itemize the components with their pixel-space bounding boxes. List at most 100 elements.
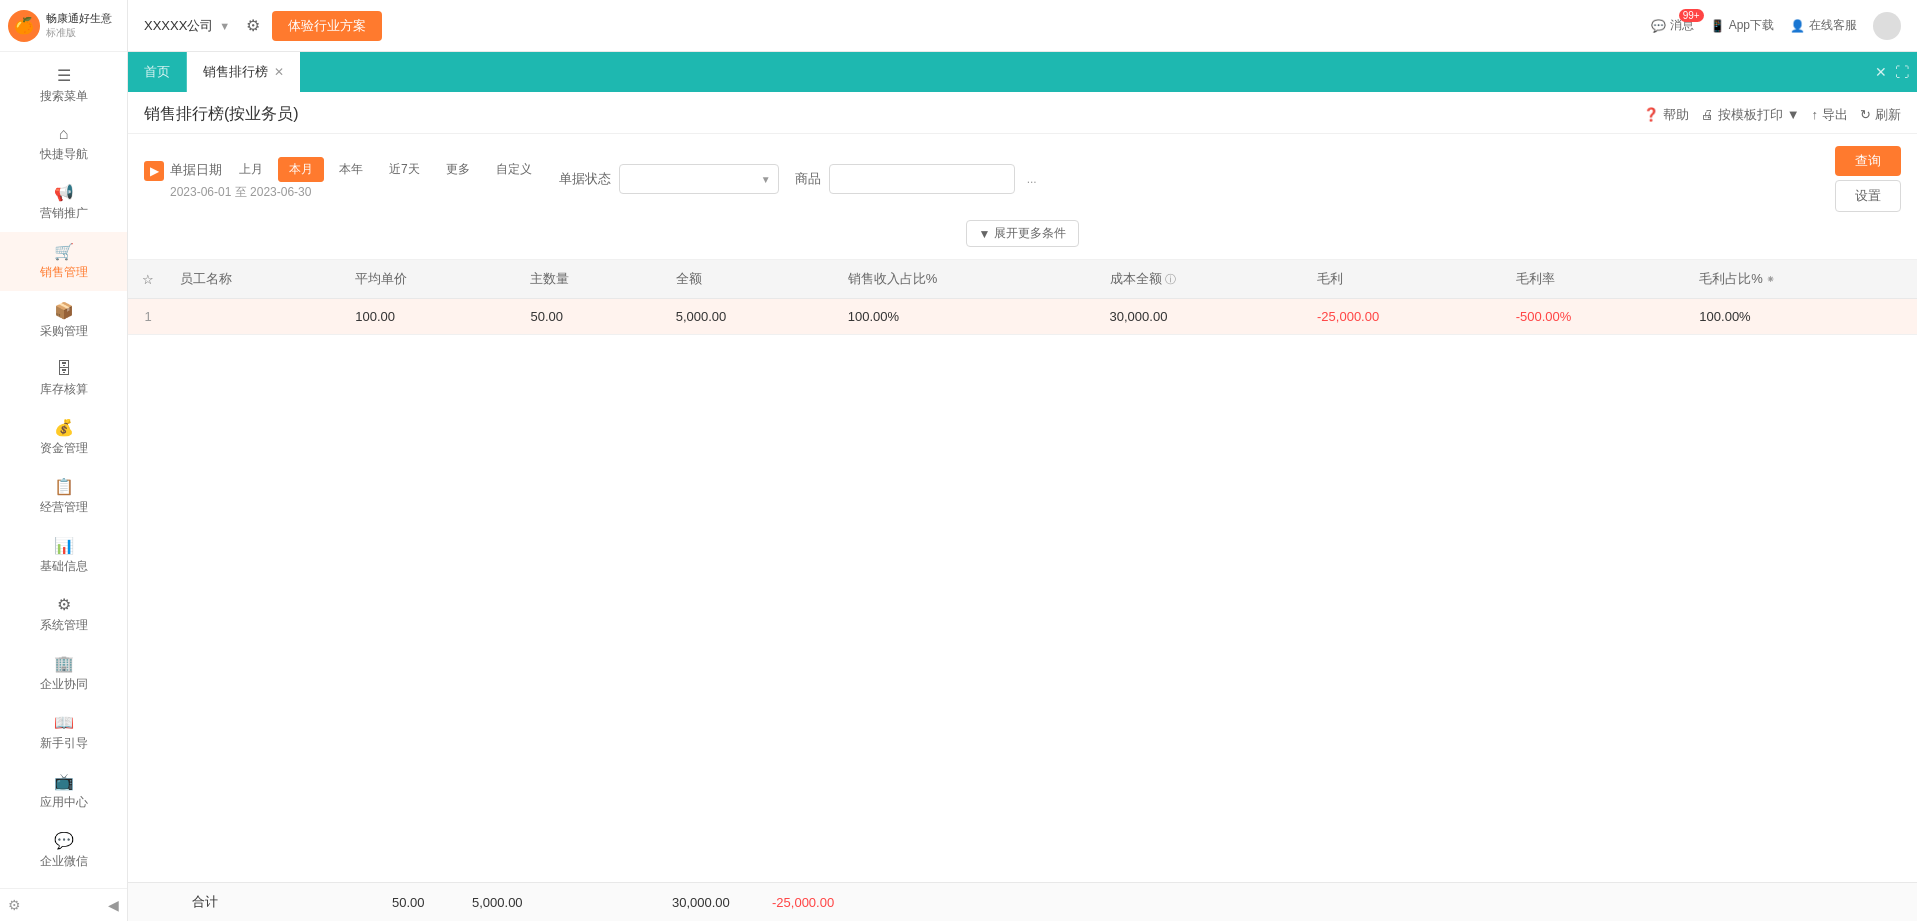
sidebar-item-marketing[interactable]: 📢 营销推广 xyxy=(0,173,127,232)
date-tab-current-month[interactable]: 本月 xyxy=(278,157,324,182)
logo-tag: 标准版 xyxy=(46,26,112,40)
sidebar-item-guide[interactable]: 📖 新手引导 xyxy=(0,703,127,762)
online-service-btn[interactable]: 👤 在线客服 xyxy=(1790,17,1857,34)
sidebar-collapse-icon[interactable]: ◀ xyxy=(108,897,119,913)
cell-cost: 30,000.00 xyxy=(1098,299,1306,335)
filter-toggle-btn[interactable]: ▶ xyxy=(144,161,164,181)
basic-icon: 📊 xyxy=(54,536,74,555)
sidebar-item-purchase[interactable]: 📦 采购管理 xyxy=(0,291,127,350)
th-gross-rate: 毛利率 xyxy=(1504,260,1688,299)
main-area: XXXXX公司 ▼ ⚙ 体验行业方案 💬 消息 99+ 📱 App下载 👤 在线… xyxy=(128,0,1917,921)
message-badge: 99+ xyxy=(1679,9,1704,22)
logo-name: 畅康通好生意 xyxy=(46,11,112,25)
th-name-label: 员工名称 xyxy=(180,271,232,286)
help-label: 帮助 xyxy=(1663,106,1689,124)
tab-expand-icon[interactable]: ⛶ xyxy=(1895,64,1909,80)
status-filter-label: 单据状态 xyxy=(559,170,611,188)
filter-right-btns: 查询 设置 xyxy=(1835,146,1901,212)
help-btn[interactable]: ❓ 帮助 xyxy=(1643,106,1689,124)
th-gross-pct: 毛利占比% ⁕ xyxy=(1687,260,1917,299)
sidebar-item-finance[interactable]: 💰 资金管理 xyxy=(0,408,127,467)
expand-chevron-icon: ▼ xyxy=(979,227,991,241)
date-tab-current-year[interactable]: 本年 xyxy=(328,157,374,182)
template-print-btn[interactable]: 🖨 按模板打印 ▼ xyxy=(1701,106,1800,124)
guide-icon: 📖 xyxy=(54,713,74,732)
tab-sales-rank[interactable]: 销售排行榜 ✕ xyxy=(187,52,300,92)
query-button[interactable]: 查询 xyxy=(1835,146,1901,176)
export-label: 导出 xyxy=(1822,106,1848,124)
expand-row: ▼ 展开更多条件 xyxy=(144,220,1901,247)
sidebar-item-sales[interactable]: 🛒 销售管理 xyxy=(0,232,127,291)
refresh-icon: ↻ xyxy=(1860,107,1871,122)
export-btn[interactable]: ↑ 导出 xyxy=(1812,106,1849,124)
sidebar-item-shortcut[interactable]: ⌂ 快捷导航 xyxy=(0,115,127,173)
date-tab-last-month[interactable]: 上月 xyxy=(228,157,274,182)
th-main-qty-label: 主数量 xyxy=(530,271,569,286)
tab-close-all-icon[interactable]: ✕ xyxy=(1875,64,1887,80)
filter-row-1: ▶ 单据日期 上月 本月 本年 近7天 更多 自定义 xyxy=(144,146,1901,212)
more-filters-icon[interactable]: ... xyxy=(1027,172,1037,186)
content-area: 销售排行榜(按业务员) ❓ 帮助 🖨 按模板打印 ▼ ↑ 导出 xyxy=(128,92,1917,921)
date-tab-7days[interactable]: 近7天 xyxy=(378,157,431,182)
th-sales-pct-label: 销售收入占比% xyxy=(848,271,938,286)
tab-close-icon[interactable]: ✕ xyxy=(274,65,284,79)
sidebar-settings-icon[interactable]: ⚙ xyxy=(8,897,21,913)
print-chevron-icon: ▼ xyxy=(1787,107,1800,122)
th-gross-label: 毛利 xyxy=(1317,271,1343,286)
th-avg-price-label: 平均单价 xyxy=(355,271,407,286)
filter-settings-button[interactable]: 设置 xyxy=(1835,180,1901,212)
cell-main-qty: 50.00 xyxy=(518,299,663,335)
marketing-icon: 📢 xyxy=(54,183,74,202)
status-select[interactable] xyxy=(619,164,779,194)
tab-home[interactable]: 首页 xyxy=(128,52,187,92)
th-sales-pct: 销售收入占比% xyxy=(836,260,1098,299)
service-icon: 👤 xyxy=(1790,19,1805,33)
goods-input[interactable] xyxy=(829,164,1015,194)
status-select-wrapper: ▼ xyxy=(619,164,779,194)
th-gross: 毛利 xyxy=(1305,260,1504,299)
message-btn[interactable]: 💬 消息 99+ xyxy=(1651,17,1694,34)
table-row: 1 100.00 50.00 5,000.00 100.00% 30,000.0… xyxy=(128,299,1917,335)
refresh-btn[interactable]: ↻ 刷新 xyxy=(1860,106,1901,124)
footer-amount: 5,000.00 xyxy=(460,895,560,910)
sidebar: 🍊 畅康通好生意 标准版 ☰ 搜索菜单 ⌂ 快捷导航 📢 营销推广 🛒 销售管理… xyxy=(0,0,128,921)
company-selector[interactable]: XXXXX公司 ▼ xyxy=(144,17,230,35)
page-content: 销售排行榜(按业务员) ❓ 帮助 🖨 按模板打印 ▼ ↑ 导出 xyxy=(128,92,1917,921)
sidebar-item-apps[interactable]: 📺 应用中心 xyxy=(0,762,127,821)
trial-button[interactable]: 体验行业方案 xyxy=(272,11,382,41)
expand-conditions-btn[interactable]: ▼ 展开更多条件 xyxy=(966,220,1080,247)
header-settings-icon[interactable]: ⚙ xyxy=(246,16,260,35)
sidebar-bottom: ⚙ ◀ xyxy=(0,888,127,921)
system-icon: ⚙ xyxy=(57,595,71,614)
sidebar-label-basic: 基础信息 xyxy=(40,558,88,575)
date-tab-more[interactable]: 更多 xyxy=(435,157,481,182)
tab-sales-rank-label: 销售排行榜 xyxy=(203,63,268,81)
user-avatar[interactable] xyxy=(1873,12,1901,40)
sidebar-item-basic[interactable]: 📊 基础信息 xyxy=(0,526,127,585)
enterprise-icon: 🏢 xyxy=(54,654,74,673)
sidebar-item-system[interactable]: ⚙ 系统管理 xyxy=(0,585,127,644)
company-name: XXXXX公司 xyxy=(144,17,213,35)
goods-filter-label: 商品 xyxy=(795,170,821,188)
sidebar-label-marketing: 营销推广 xyxy=(40,205,88,222)
sidebar-item-wechat[interactable]: 💬 企业微信 xyxy=(0,821,127,880)
sidebar-item-operation[interactable]: 📋 经营管理 xyxy=(0,467,127,526)
sidebar-item-enterprise[interactable]: 🏢 企业协同 xyxy=(0,644,127,703)
print-icon: 🖨 xyxy=(1701,107,1714,122)
purchase-icon: 📦 xyxy=(54,301,74,320)
sidebar-item-inventory[interactable]: 🗄 库存核算 xyxy=(0,350,127,408)
date-filter-label: 单据日期 xyxy=(170,161,222,179)
app-download-btn[interactable]: 📱 App下载 xyxy=(1710,17,1774,34)
company-chevron-icon: ▼ xyxy=(219,20,230,32)
sidebar-item-member[interactable]: V 畅会员 xyxy=(0,880,127,888)
th-main-qty: 主数量 xyxy=(518,260,663,299)
table-footer: 合计 50.00 5,000.00 30,000.00 -25,000.00 xyxy=(128,882,1917,921)
th-amount: 全额 xyxy=(664,260,836,299)
page-title: 销售排行榜(按业务员) xyxy=(144,104,299,125)
cell-gross-pct: 100.00% xyxy=(1687,299,1917,335)
date-tab-custom[interactable]: 自定义 xyxy=(485,157,543,182)
message-icon: 💬 xyxy=(1651,19,1666,33)
cell-gross-rate: -500.00% xyxy=(1504,299,1688,335)
sidebar-item-search[interactable]: ☰ 搜索菜单 xyxy=(0,56,127,115)
cost-info-icon: ⓘ xyxy=(1165,272,1176,287)
